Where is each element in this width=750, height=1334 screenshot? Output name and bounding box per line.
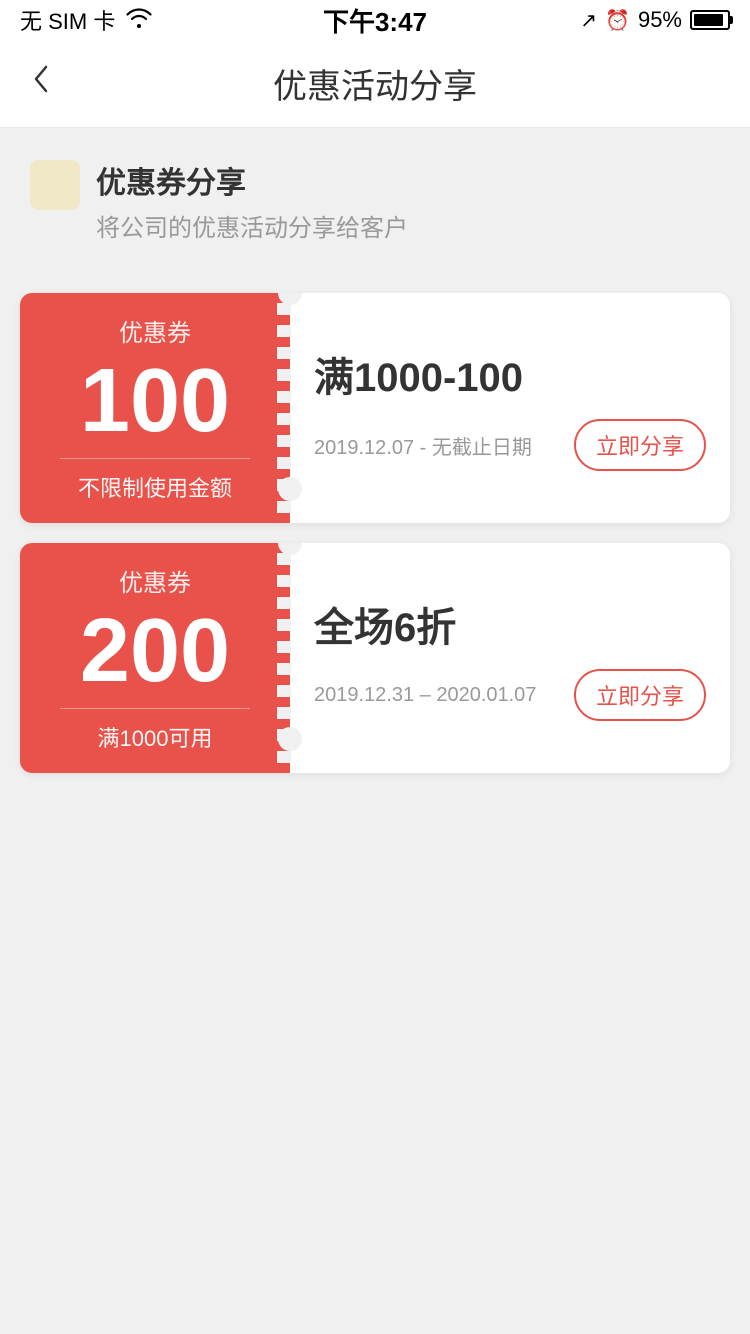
back-button[interactable] — [30, 59, 54, 108]
section-title: 优惠券分享 — [96, 158, 408, 202]
coupon-card-2: 优惠券 200 满1000可用 全场6折 2019.12.31 – 2020.0… — [20, 543, 730, 773]
coupon-name-1: 满1000-100 — [314, 345, 706, 403]
coupon-name-2: 全场6折 — [314, 595, 706, 653]
coupon-label-1: 优惠券 — [119, 313, 191, 348]
coupon-meta-1: 2019.12.07 - 无截止日期 立即分享 — [314, 419, 706, 471]
carrier-text: 无 SIM 卡 — [20, 4, 115, 36]
status-left: 无 SIM 卡 — [20, 4, 153, 36]
section-header: 🎫 优惠券分享 将公司的优惠活动分享给客户 — [0, 128, 750, 263]
coupon-right-2: 全场6折 2019.12.31 – 2020.01.07 立即分享 — [290, 543, 730, 773]
coupon-condition-2: 满1000可用 — [98, 721, 213, 753]
share-button-2[interactable]: 立即分享 — [574, 669, 706, 721]
nav-bar: 优惠活动分享 — [0, 40, 750, 128]
coupon-right-1: 满1000-100 2019.12.07 - 无截止日期 立即分享 — [290, 293, 730, 523]
page-title: 优惠活动分享 — [273, 59, 477, 108]
coupon-left-2: 优惠券 200 满1000可用 — [20, 543, 290, 773]
coupon-divider-1 — [60, 458, 250, 459]
share-button-1[interactable]: 立即分享 — [574, 419, 706, 471]
coupon-meta-2: 2019.12.31 – 2020.01.07 立即分享 — [314, 669, 706, 721]
coupon-divider-2 — [60, 708, 250, 709]
status-bar: 无 SIM 卡 下午3:47 ↗ ⏰ 95% — [0, 0, 750, 40]
location-icon: ↗ — [580, 8, 597, 33]
wifi-icon — [125, 6, 153, 34]
coupon-list: 优惠券 100 不限制使用金额 满1000-100 2019.12.07 - 无… — [0, 263, 750, 813]
coupon-condition-1: 不限制使用金额 — [78, 471, 232, 503]
status-time: 下午3:47 — [323, 2, 427, 39]
coupon-left-1: 优惠券 100 不限制使用金额 — [20, 293, 290, 523]
battery-percent: 95% — [638, 7, 682, 33]
alarm-icon: ⏰ — [605, 8, 630, 33]
coupon-card-1: 优惠券 100 不限制使用金额 满1000-100 2019.12.07 - 无… — [20, 293, 730, 523]
battery-fill — [694, 14, 723, 26]
coupon-label-2: 优惠券 — [119, 563, 191, 598]
empty-area — [0, 813, 750, 1313]
battery-bar — [690, 10, 730, 30]
section-text: 优惠券分享 将公司的优惠活动分享给客户 — [96, 158, 408, 243]
section-subtitle: 将公司的优惠活动分享给客户 — [96, 208, 408, 243]
status-right: ↗ ⏰ 95% — [580, 7, 730, 33]
coupon-date-1: 2019.12.07 - 无截止日期 — [314, 431, 532, 460]
coupon-date-2: 2019.12.31 – 2020.01.07 — [314, 684, 536, 707]
coupon-amount-1: 100 — [80, 356, 230, 446]
coupon-share-icon: 🎫 — [30, 160, 80, 210]
coupon-amount-2: 200 — [80, 606, 230, 696]
